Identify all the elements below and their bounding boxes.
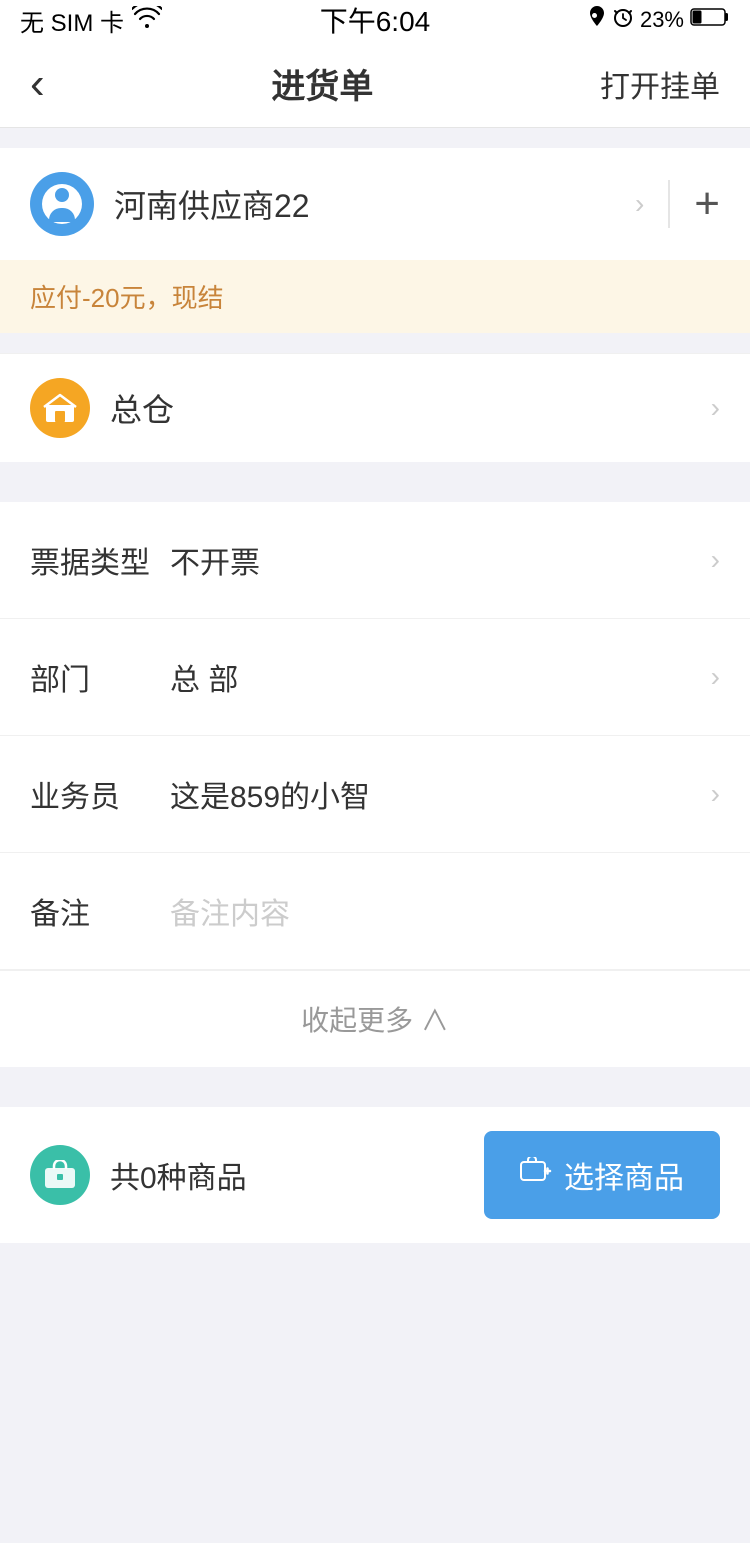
section-gap-1 (0, 128, 750, 148)
remark-label: 备注 (30, 889, 170, 933)
department-chevron: › (711, 661, 720, 693)
alarm-icon (612, 6, 634, 34)
invoice-type-label: 票据类型 (30, 538, 170, 582)
supplier-avatar (30, 172, 94, 236)
salesperson-chevron: › (711, 778, 720, 810)
warehouse-row[interactable]: 总仓 › (0, 353, 750, 462)
select-product-label: 选择商品 (564, 1153, 684, 1197)
section-gap-3 (0, 462, 750, 482)
add-supplier-button[interactable]: + (694, 182, 720, 226)
invoice-type-value: 不开票 (170, 538, 701, 582)
battery-icon (690, 7, 730, 33)
back-button[interactable]: ‹ (30, 59, 45, 109)
status-right: 23% (588, 6, 730, 34)
department-label: 部门 (30, 655, 170, 699)
supplier-chevron: › (635, 188, 644, 220)
department-value: 总 部 (170, 655, 701, 699)
invoice-type-chevron: › (711, 544, 720, 576)
product-icon (30, 1145, 90, 1205)
page-background (0, 1243, 750, 1543)
section-gap-4 (0, 1067, 750, 1087)
supplier-divider (668, 180, 670, 228)
nav-bar: ‹ 进货单 打开挂单 (0, 40, 750, 128)
battery-label: 23% (640, 7, 684, 33)
salesperson-value: 这是859的小智 (170, 772, 701, 816)
warehouse-chevron: › (711, 392, 720, 424)
salesperson-label: 业务员 (30, 772, 170, 816)
location-icon (588, 6, 606, 34)
collapse-row[interactable]: 收起更多 ∧ (0, 970, 750, 1067)
salesperson-row[interactable]: 业务员 这是859的小智 › (0, 736, 750, 853)
page-title: 进货单 (271, 59, 373, 108)
supplier-row[interactable]: 河南供应商22 › + (0, 148, 750, 260)
invoice-type-row[interactable]: 票据类型 不开票 › (0, 502, 750, 619)
notice-text: 应付-20元，现结 (30, 283, 224, 313)
wifi-icon (132, 6, 162, 35)
collapse-label: 收起更多 ∧ (301, 999, 449, 1039)
supplier-card: 河南供应商22 › + 应付-20元，现结 (0, 148, 750, 333)
select-product-button[interactable]: 选择商品 (484, 1131, 720, 1219)
notice-banner: 应付-20元，现结 (0, 260, 750, 333)
bottom-section: 共0种商品 选择商品 (0, 1107, 750, 1243)
warehouse-icon (30, 378, 90, 438)
status-left: 无 SIM 卡 (20, 3, 162, 38)
section-gap-2 (0, 333, 750, 353)
form-section: 票据类型 不开票 › 部门 总 部 › 业务员 这是859的小智 › 备注 备注… (0, 502, 750, 1067)
remark-row[interactable]: 备注 备注内容 › (0, 853, 750, 970)
remark-input[interactable]: 备注内容 (170, 889, 701, 933)
product-count: 共0种商品 (110, 1153, 484, 1197)
department-row[interactable]: 部门 总 部 › (0, 619, 750, 736)
supplier-name: 河南供应商22 (114, 181, 625, 227)
open-pending-button[interactable]: 打开挂单 (600, 62, 720, 106)
status-bar: 无 SIM 卡 下午6:04 23% (0, 0, 750, 40)
carrier-label: 无 SIM 卡 (20, 3, 124, 38)
warehouse-name: 总仓 (110, 385, 701, 431)
select-product-icon (520, 1157, 552, 1193)
avatar-inner (42, 184, 82, 224)
status-time: 下午6:04 (320, 0, 431, 40)
